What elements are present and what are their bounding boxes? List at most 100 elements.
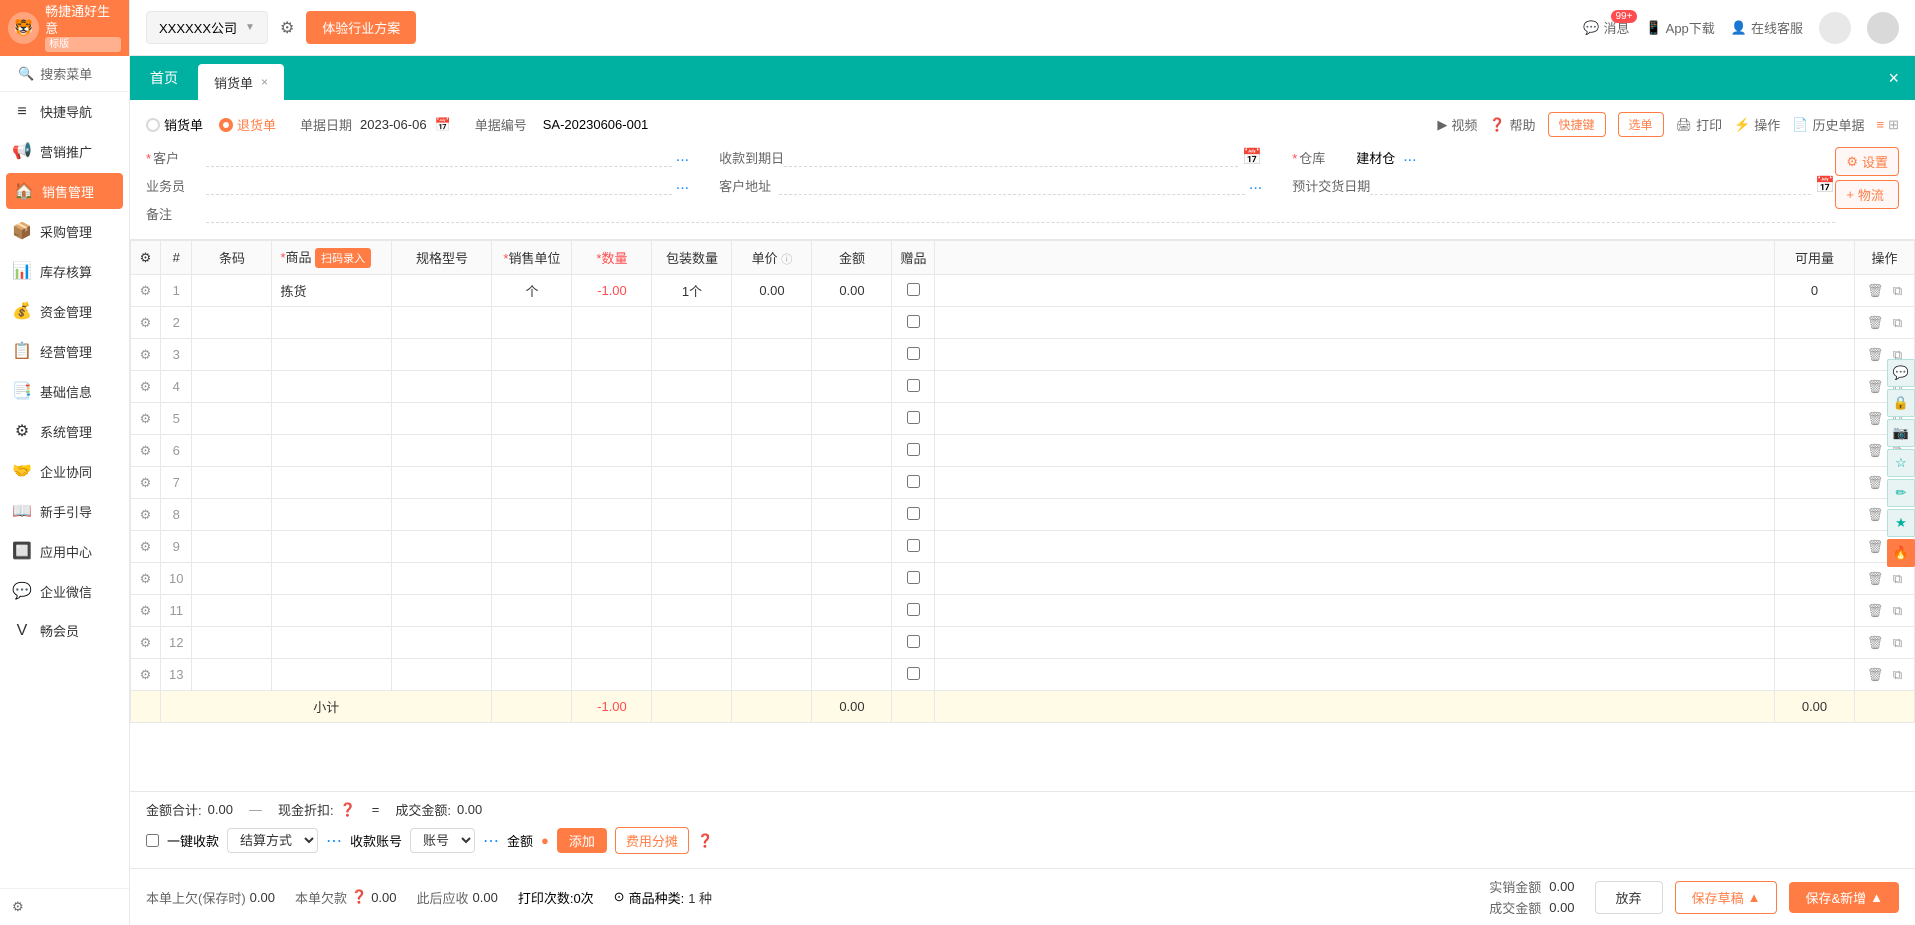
view-grid-icon[interactable]: ⊞ <box>1888 117 1899 133</box>
row-pkg-cell[interactable] <box>652 403 732 435</box>
account-select[interactable]: 账号 <box>410 828 475 853</box>
row-unit-cell[interactable] <box>492 563 572 595</box>
help-item[interactable]: ❓ 帮助 <box>1489 115 1535 134</box>
row-delete-icon[interactable]: 🗑 <box>1867 443 1884 458</box>
account-more-icon[interactable]: ⋯ <box>483 831 499 851</box>
row-barcode-cell[interactable] <box>192 307 272 339</box>
row-amount-cell[interactable] <box>812 403 892 435</box>
history-item[interactable]: 📄 历史单据 <box>1792 115 1864 134</box>
row-qty-cell[interactable] <box>572 403 652 435</box>
salesperson-more-icon[interactable]: ... <box>676 176 689 194</box>
row-barcode-cell[interactable] <box>192 627 272 659</box>
row-barcode-cell[interactable] <box>192 403 272 435</box>
row-amount-cell[interactable] <box>812 499 892 531</box>
payment-method-select[interactable]: 结算方式 <box>227 828 318 853</box>
row-unit-cell[interactable] <box>492 467 572 499</box>
save-new-button[interactable]: 保存&新增 ▲ <box>1789 882 1899 913</box>
row-delete-icon[interactable]: 🗑 <box>1867 475 1884 490</box>
radio-sales-order[interactable]: 销货单 <box>146 115 203 134</box>
row-barcode-cell[interactable] <box>192 499 272 531</box>
warehouse-more-icon[interactable]: ... <box>1403 148 1416 166</box>
row-qty-cell[interactable] <box>572 659 652 691</box>
close-all-tabs-icon[interactable]: × <box>1888 68 1899 89</box>
select-button[interactable]: 选单 <box>1618 112 1664 137</box>
date-calendar-icon[interactable]: 📅 <box>435 117 451 133</box>
row-copy-icon[interactable]: ⧉ <box>1893 571 1902 586</box>
sidebar-item-quick-nav[interactable]: ≡ 快捷导航 <box>0 92 129 131</box>
table-container[interactable]: ⚙ # 条码 *商品 扫码录入 规格型号 *销售单位 *数量 包装数量 <box>130 240 1915 791</box>
settings-button[interactable]: ⚙ 设置 <box>1835 147 1899 176</box>
row-spec-cell[interactable] <box>392 595 492 627</box>
customer-input[interactable] <box>206 147 672 167</box>
col-settings[interactable]: ⚙ <box>131 241 161 275</box>
row-gift-cell[interactable] <box>892 531 935 563</box>
float-btn-edit[interactable]: ✏ <box>1887 479 1915 507</box>
row-goods-cell[interactable] <box>272 371 392 403</box>
row-copy-icon[interactable]: ⧉ <box>1893 603 1902 618</box>
app-download-button[interactable]: 📱 App下载 <box>1645 18 1714 37</box>
company-selector[interactable]: XXXXXX公司 ▼ <box>146 11 268 44</box>
row-barcode-cell[interactable] <box>192 659 272 691</box>
row-amount-cell[interactable] <box>812 307 892 339</box>
row-qty-cell[interactable]: -1.00 <box>572 275 652 307</box>
customer-addr-input[interactable] <box>779 175 1245 195</box>
float-btn-chat[interactable]: 💬 <box>1887 359 1915 387</box>
row-gift-cell[interactable] <box>892 595 935 627</box>
row-amount-cell[interactable] <box>812 627 892 659</box>
row-barcode-cell[interactable] <box>192 275 272 307</box>
due-date-input[interactable] <box>784 147 1238 167</box>
row-gift-cell[interactable] <box>892 499 935 531</box>
row-unit-cell[interactable] <box>492 659 572 691</box>
print-item[interactable]: 🖨 打印 <box>1676 115 1723 134</box>
delivery-date-calendar-icon[interactable]: 📅 <box>1815 175 1835 195</box>
sidebar-search[interactable]: 🔍 搜索菜单 <box>0 56 129 92</box>
row-goods-cell[interactable] <box>272 627 392 659</box>
row-delete-icon[interactable]: 🗑 <box>1867 667 1884 682</box>
row-barcode-cell[interactable] <box>192 467 272 499</box>
row-unit-cell[interactable] <box>492 339 572 371</box>
sidebar-item-finance[interactable]: 💰 资金管理 <box>0 291 129 331</box>
row-delete-icon[interactable]: 🗑 <box>1867 507 1884 522</box>
row-gift-cell[interactable] <box>892 403 935 435</box>
row-copy-icon[interactable]: ⧉ <box>1893 283 1902 298</box>
row-pkg-cell[interactable] <box>652 339 732 371</box>
row-barcode-cell[interactable] <box>192 563 272 595</box>
customer-more-icon[interactable]: ... <box>676 148 689 166</box>
row-delete-icon[interactable]: 🗑 <box>1867 635 1884 650</box>
tab-home[interactable]: 首页 <box>130 56 198 100</box>
row-pkg-cell[interactable] <box>652 307 732 339</box>
row-barcode-cell[interactable] <box>192 531 272 563</box>
sidebar-item-app-center[interactable]: 🔲 应用中心 <box>0 531 129 571</box>
row-qty-cell[interactable] <box>572 531 652 563</box>
row-barcode-cell[interactable] <box>192 595 272 627</box>
row-qty-cell[interactable] <box>572 563 652 595</box>
float-btn-photo[interactable]: 📷 <box>1887 419 1915 447</box>
row-price-cell[interactable] <box>732 595 812 627</box>
row-unit-cell[interactable] <box>492 403 572 435</box>
topbar-settings-icon[interactable]: ⚙ <box>280 18 294 38</box>
row-price-cell[interactable] <box>732 435 812 467</box>
row-spec-cell[interactable] <box>392 627 492 659</box>
sidebar-item-system[interactable]: ⚙ 系统管理 <box>0 411 129 451</box>
scan-btn[interactable]: 扫码录入 <box>315 248 371 268</box>
row-gift-cell[interactable] <box>892 275 935 307</box>
row-qty-cell[interactable] <box>572 371 652 403</box>
row-amount-cell[interactable] <box>812 531 892 563</box>
row-barcode-cell[interactable] <box>192 435 272 467</box>
row-barcode-cell[interactable] <box>192 371 272 403</box>
row-gift-cell[interactable] <box>892 307 935 339</box>
row-spec-cell[interactable] <box>392 499 492 531</box>
video-help-item[interactable]: ▶ 视频 <box>1437 115 1477 134</box>
row-pkg-cell[interactable] <box>652 595 732 627</box>
user-avatar2[interactable] <box>1867 12 1899 44</box>
row-pkg-cell[interactable] <box>652 499 732 531</box>
row-price-cell[interactable] <box>732 499 812 531</box>
row-goods-cell[interactable] <box>272 531 392 563</box>
sidebar-item-marketing[interactable]: 📢 营销推广 <box>0 131 129 171</box>
row-amount-cell[interactable] <box>812 563 892 595</box>
trial-button[interactable]: 体验行业方案 <box>306 11 416 44</box>
row-pkg-cell[interactable] <box>652 659 732 691</box>
row-pkg-cell[interactable] <box>652 467 732 499</box>
float-btn-favorite[interactable]: ★ <box>1887 509 1915 537</box>
row-pkg-cell[interactable] <box>652 531 732 563</box>
